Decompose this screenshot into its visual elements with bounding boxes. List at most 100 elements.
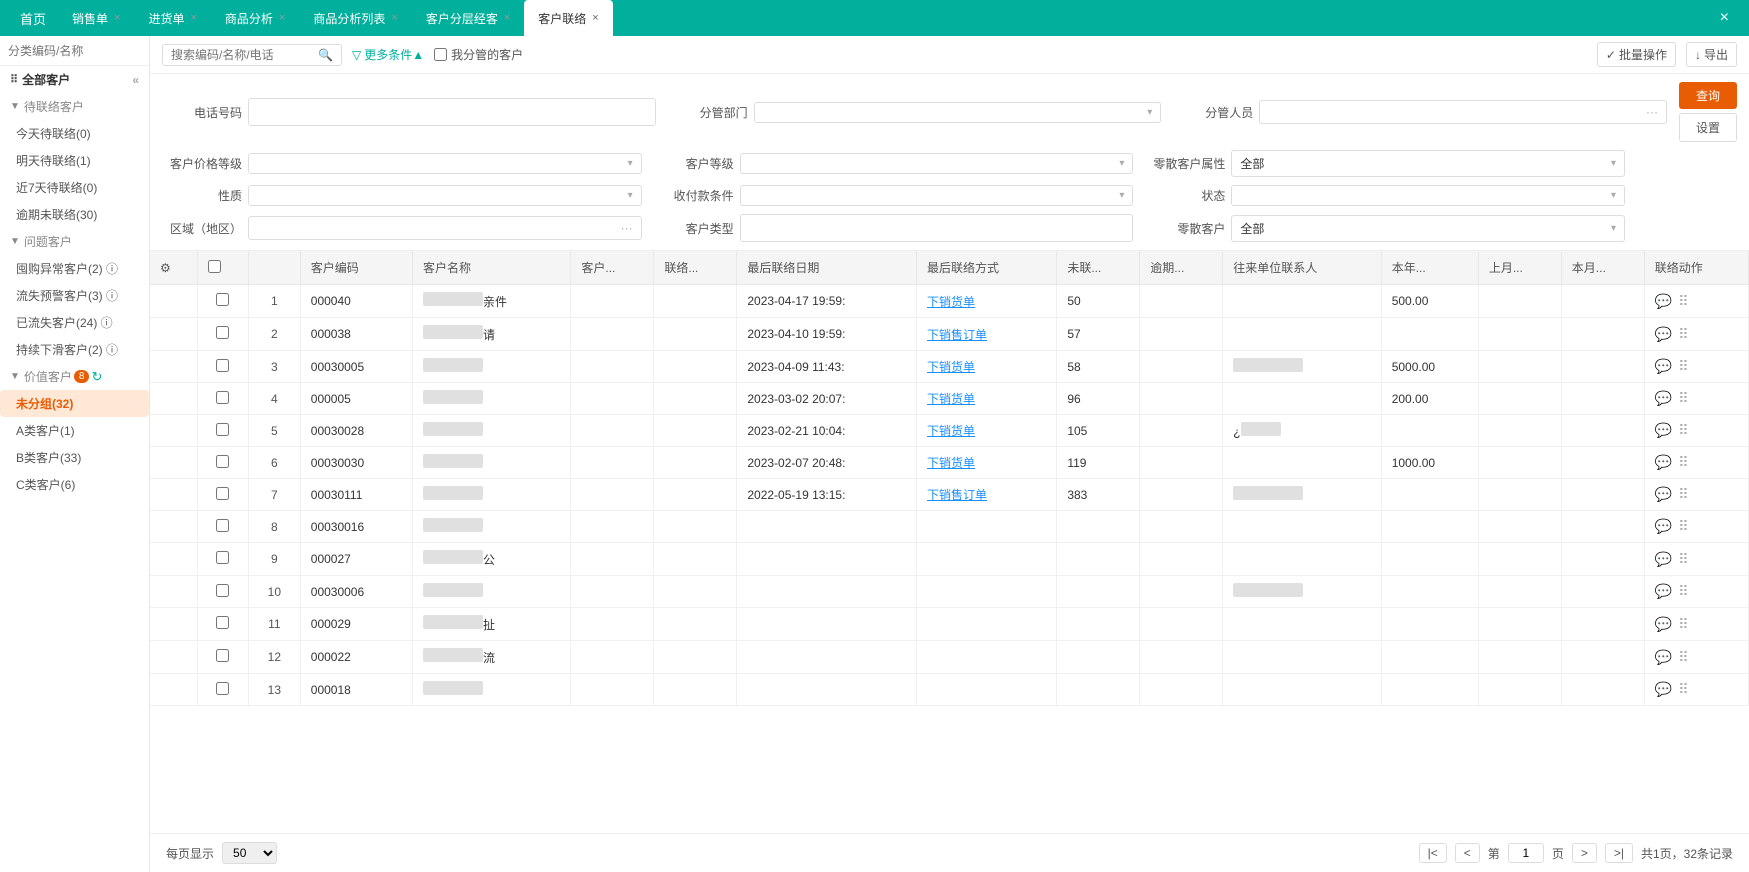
region-input[interactable]: ··· xyxy=(248,216,642,240)
status-select[interactable]: ▾ xyxy=(1231,185,1625,206)
sidebar-collapse-icon[interactable]: « xyxy=(132,73,139,87)
sidebar-search-input[interactable] xyxy=(8,44,150,58)
batch-operations-button[interactable]: ✓ 批量操作 xyxy=(1597,42,1676,67)
cell-check[interactable] xyxy=(197,511,248,543)
cell-check[interactable] xyxy=(197,383,248,415)
last-method-link[interactable]: 下销货单 xyxy=(927,295,975,309)
close-purchase-tab[interactable]: × xyxy=(190,12,196,24)
retail-customer-select[interactable]: 全部 ▾ xyxy=(1231,215,1625,242)
grid-action-icon[interactable]: ⠿ xyxy=(1678,616,1688,633)
cell-check[interactable] xyxy=(197,608,248,641)
cell-check[interactable] xyxy=(197,318,248,351)
row-checkbox[interactable] xyxy=(216,293,229,306)
chat-icon[interactable]: 💬 xyxy=(1655,616,1672,633)
per-page-select[interactable]: 50 100 200 xyxy=(222,842,277,864)
col-check-all[interactable] xyxy=(197,251,248,285)
cell-check[interactable] xyxy=(197,576,248,608)
sidebar-group-problem[interactable]: ▼ 问题客户 xyxy=(0,228,149,255)
last-method-link[interactable]: 下销货单 xyxy=(927,456,975,470)
reset-button[interactable]: 设置 xyxy=(1679,113,1737,142)
tab-home[interactable]: 首页 xyxy=(8,9,58,28)
grid-action-icon[interactable]: ⠿ xyxy=(1678,293,1688,310)
tab-product-analysis[interactable]: 商品分析 × xyxy=(211,0,299,36)
chat-icon[interactable]: 💬 xyxy=(1655,293,1672,310)
close-customer-layer-tab[interactable]: × xyxy=(504,12,510,24)
chat-icon[interactable]: 💬 xyxy=(1655,583,1672,600)
nature-select[interactable]: ▾ xyxy=(248,185,642,206)
row-checkbox[interactable] xyxy=(216,455,229,468)
phone-input[interactable] xyxy=(248,98,656,126)
sidebar-item-churn-warning[interactable]: 流失预警客户(3) ⓘ xyxy=(0,282,149,309)
row-checkbox[interactable] xyxy=(216,487,229,500)
row-checkbox[interactable] xyxy=(216,519,229,532)
grid-action-icon[interactable]: ⠿ xyxy=(1678,390,1688,407)
last-method-link[interactable]: 下销货单 xyxy=(927,424,975,438)
close-product-analysis-tab[interactable]: × xyxy=(279,12,285,24)
chat-icon[interactable]: 💬 xyxy=(1655,390,1672,407)
row-checkbox[interactable] xyxy=(216,682,229,695)
row-checkbox[interactable] xyxy=(216,391,229,404)
sidebar-item-class-b[interactable]: B类客户(33) xyxy=(0,444,149,471)
row-checkbox[interactable] xyxy=(216,584,229,597)
more-filters-button[interactable]: ▽ 更多条件 ▲ xyxy=(352,46,424,63)
sidebar-item-tomorrow[interactable]: 明天待联络(1) xyxy=(0,147,149,174)
sidebar-item-ungroup[interactable]: 未分组(32) xyxy=(0,390,149,417)
page-number-input[interactable] xyxy=(1508,843,1544,863)
row-checkbox[interactable] xyxy=(216,326,229,339)
tab-sales[interactable]: 销售单 × xyxy=(58,0,134,36)
grid-action-icon[interactable]: ⠿ xyxy=(1678,518,1688,535)
chat-icon[interactable]: 💬 xyxy=(1655,649,1672,666)
close-product-list-tab[interactable]: × xyxy=(391,12,397,24)
sidebar-item-today[interactable]: 今天待联络(0) xyxy=(0,120,149,147)
sidebar-item-7days[interactable]: 近7天待联络(0) xyxy=(0,174,149,201)
export-button[interactable]: ↓ 导出 xyxy=(1686,42,1737,67)
department-select[interactable]: ▾ xyxy=(754,102,1162,123)
tab-purchase[interactable]: 进货单 × xyxy=(134,0,210,36)
last-method-link[interactable]: 下销售订单 xyxy=(927,328,987,342)
sidebar-item-class-c[interactable]: C类客户(6) xyxy=(0,471,149,498)
tab-customer-layer[interactable]: 客户分层经客 × xyxy=(412,0,524,36)
grid-action-icon[interactable]: ⠿ xyxy=(1678,326,1688,343)
first-page-button[interactable]: |< xyxy=(1419,843,1447,863)
last-method-link[interactable]: 下销货单 xyxy=(927,392,975,406)
last-method-link[interactable]: 下销售订单 xyxy=(927,488,987,502)
col-settings[interactable]: ⚙ xyxy=(150,251,197,285)
row-checkbox[interactable] xyxy=(216,551,229,564)
customer-grade-select[interactable]: ▾ xyxy=(740,153,1134,174)
grid-action-icon[interactable]: ⠿ xyxy=(1678,551,1688,568)
customer-type-input[interactable] xyxy=(740,214,1134,242)
grid-action-icon[interactable]: ⠿ xyxy=(1678,583,1688,600)
grid-action-icon[interactable]: ⠿ xyxy=(1678,681,1688,698)
my-customers-checkbox-label[interactable]: 我分管的客户 xyxy=(434,46,523,63)
chat-icon[interactable]: 💬 xyxy=(1655,358,1672,375)
cell-check[interactable] xyxy=(197,674,248,706)
chat-icon[interactable]: 💬 xyxy=(1655,326,1672,343)
sidebar-item-overdue[interactable]: 逾期未联络(30) xyxy=(0,201,149,228)
manager-input[interactable]: ··· xyxy=(1259,100,1667,124)
grid-action-icon[interactable]: ⠿ xyxy=(1678,358,1688,375)
query-button[interactable]: 查询 xyxy=(1679,82,1737,109)
cell-check[interactable] xyxy=(197,641,248,674)
sidebar-item-declining[interactable]: 持续下滑客户(2) ⓘ xyxy=(0,336,149,363)
sidebar-group-pending[interactable]: ▼ 待联络客户 xyxy=(0,93,149,120)
sidebar-item-abnormal[interactable]: 囤购异常客户(2) ⓘ xyxy=(0,255,149,282)
close-customer-contact-tab[interactable]: × xyxy=(592,12,598,24)
chat-icon[interactable]: 💬 xyxy=(1655,681,1672,698)
row-checkbox[interactable] xyxy=(216,359,229,372)
main-search-icon[interactable]: 🔍 xyxy=(318,48,333,62)
settings-icon[interactable]: ⚙ xyxy=(160,261,171,275)
tab-customer-contact[interactable]: 客户联络 × xyxy=(524,0,612,36)
grid-action-icon[interactable]: ⠿ xyxy=(1678,649,1688,666)
grid-action-icon[interactable]: ⠿ xyxy=(1678,422,1688,439)
chat-icon[interactable]: 💬 xyxy=(1655,551,1672,568)
sidebar-item-class-a[interactable]: A类客户(1) xyxy=(0,417,149,444)
my-customers-checkbox[interactable] xyxy=(434,48,447,61)
next-page-button[interactable]: > xyxy=(1572,843,1597,863)
chat-icon[interactable]: 💬 xyxy=(1655,422,1672,439)
sidebar-all-customers[interactable]: ⠿ 全部客户 « xyxy=(0,66,149,93)
refresh-icon[interactable]: ↻ xyxy=(91,369,102,385)
cell-check[interactable] xyxy=(197,285,248,318)
sidebar-item-churned[interactable]: 已流失客户(24) ⓘ xyxy=(0,309,149,336)
chat-icon[interactable]: 💬 xyxy=(1655,454,1672,471)
row-checkbox[interactable] xyxy=(216,649,229,662)
